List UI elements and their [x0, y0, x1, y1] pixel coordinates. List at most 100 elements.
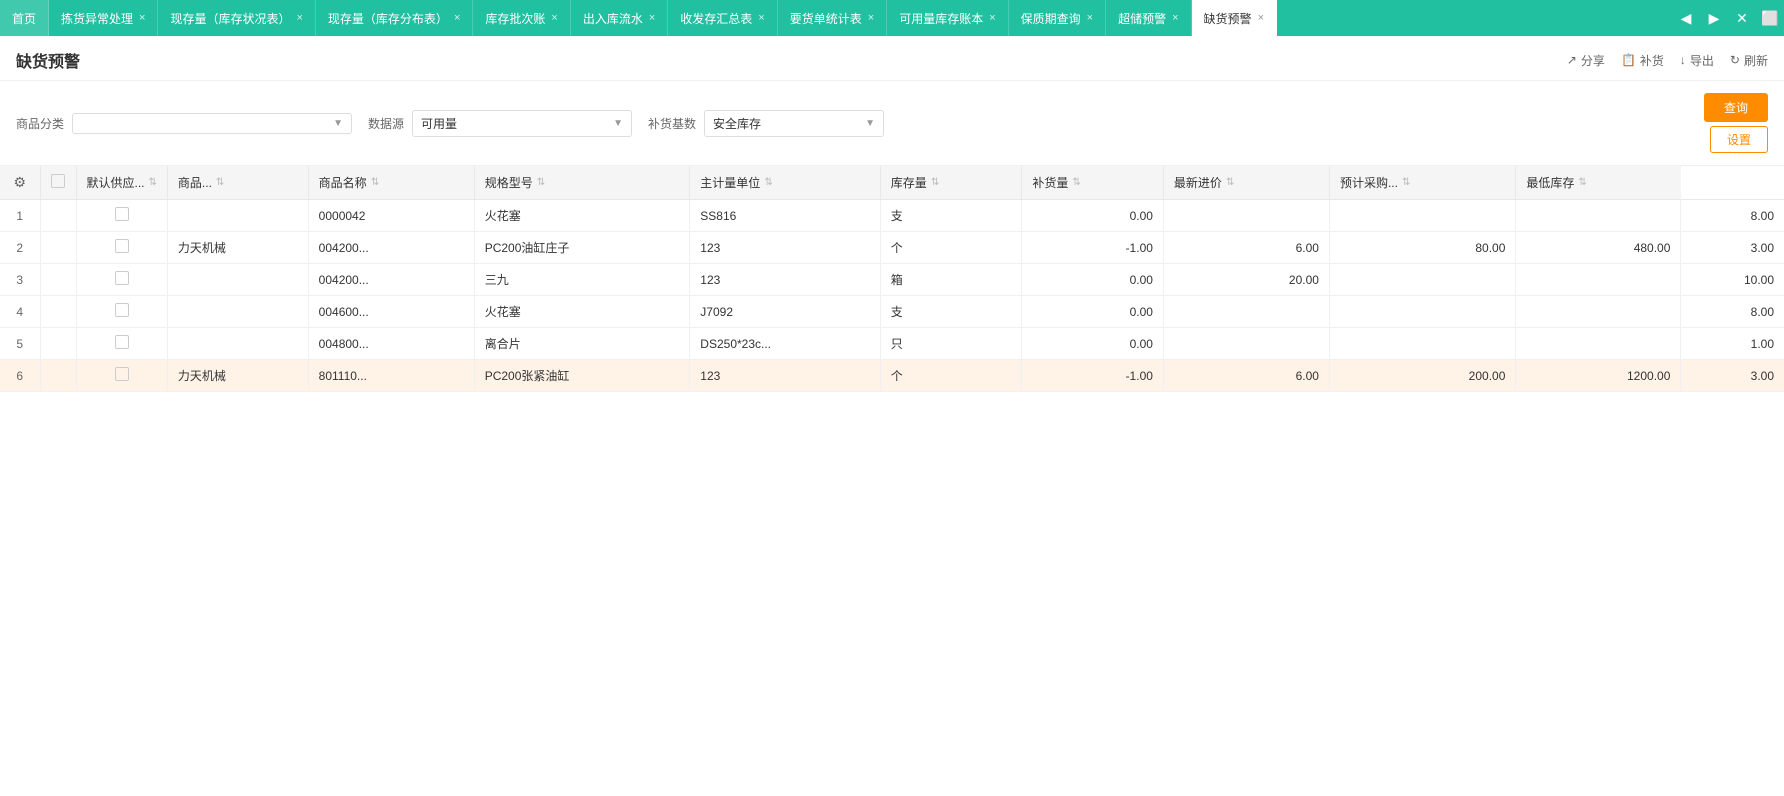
tab-overstock[interactable]: 超储预警 × — [1106, 0, 1191, 36]
row-unit: 箱 — [880, 264, 1022, 296]
tab-close-order-stat[interactable]: × — [868, 12, 874, 24]
th-stock[interactable]: 库存量 ⇅ — [880, 166, 1022, 200]
page-header: 缺货预警 ↗ 分享 📋 补货 ↓ 导出 ↻ 刷新 — [0, 36, 1784, 81]
tab-inventory-dist[interactable]: 现存量（库存分布表） × — [316, 0, 473, 36]
sort-icon-unit: ⇅ — [764, 177, 772, 188]
tab-home[interactable]: 首页 — [0, 0, 49, 36]
th-latest-price[interactable]: 最新进价 ⇅ — [1163, 166, 1329, 200]
row-spec: 123 — [690, 232, 881, 264]
row-product-code: 004200... — [308, 232, 474, 264]
row-latest-price — [1329, 296, 1515, 328]
row-product-code: 0000042 — [308, 200, 474, 232]
tab-close-inout-flow[interactable]: × — [649, 12, 655, 24]
tab-order-stat[interactable]: 要货单统计表 × — [778, 0, 887, 36]
row-checkbox[interactable] — [115, 239, 129, 253]
row-estimated-purchase: 480.00 — [1516, 232, 1681, 264]
query-button[interactable]: 查询 — [1704, 93, 1768, 122]
row-stock: 0.00 — [1022, 296, 1164, 328]
tab-close-receive-summary[interactable]: × — [758, 12, 764, 24]
row-settings-cell — [40, 200, 76, 232]
tab-receive-summary[interactable]: 收发存汇总表 × — [668, 0, 777, 36]
row-settings-cell — [40, 296, 76, 328]
sort-icon-est-purchase: ⇅ — [1402, 177, 1410, 188]
row-checkbox[interactable] — [115, 303, 129, 317]
tab-abnormal[interactable]: 拣货异常处理 × — [49, 0, 158, 36]
row-stock: 0.00 — [1022, 264, 1164, 296]
row-product-name: 离合片 — [474, 328, 690, 360]
row-product-name: 火花塞 — [474, 200, 690, 232]
row-checkbox-cell[interactable] — [76, 200, 167, 232]
row-default-supplier: 力天机械 — [167, 360, 308, 392]
filter-row: 商品分类 ▼ 数据源 可用量 ▼ 补货基数 安全库存 ▼ 查询 设置 — [0, 81, 1784, 166]
th-product-code[interactable]: 商品... ⇅ — [167, 166, 308, 200]
row-product-name: 火花塞 — [474, 296, 690, 328]
row-checkbox-cell[interactable] — [76, 360, 167, 392]
tab-close-inventory-dist[interactable]: × — [454, 12, 460, 24]
row-settings-cell — [40, 264, 76, 296]
th-settings[interactable]: ⚙ — [0, 166, 40, 200]
th-estimated-purchase[interactable]: 预计采购... ⇅ — [1329, 166, 1515, 200]
row-default-supplier — [167, 264, 308, 296]
table-row: 5 004800... 离合片 DS250*23c... 只 0.00 1.00 — [0, 328, 1784, 360]
row-min-stock: 3.00 — [1681, 360, 1784, 392]
settings-button[interactable]: 设置 — [1710, 126, 1768, 153]
row-unit: 个 — [880, 232, 1022, 264]
row-latest-price — [1329, 328, 1515, 360]
tab-next-button[interactable]: ▶ — [1700, 0, 1728, 36]
tab-prev-button[interactable]: ◀ — [1672, 0, 1700, 36]
th-min-stock[interactable]: 最低库存 ⇅ — [1516, 166, 1681, 200]
row-latest-price — [1329, 264, 1515, 296]
tab-inout-flow[interactable]: 出入库流水 × — [571, 0, 668, 36]
export-button[interactable]: ↓ 导出 — [1680, 52, 1714, 69]
row-default-supplier: 力天机械 — [167, 232, 308, 264]
th-checkbox[interactable] — [40, 166, 76, 200]
row-replenish-qty: 6.00 — [1163, 232, 1329, 264]
table-row: 6 力天机械 801110... PC200张紧油缸 123 个 -1.00 6… — [0, 360, 1784, 392]
refresh-button[interactable]: ↻ 刷新 — [1730, 52, 1768, 69]
data-table: ⚙ 默认供应... ⇅ 商品... ⇅ — [0, 166, 1784, 392]
tab-batch-account[interactable]: 库存批次账 × — [473, 0, 570, 36]
tab-available-ledger[interactable]: 可用量库存账本 × — [887, 0, 1008, 36]
tab-close-expiry-query[interactable]: × — [1087, 12, 1093, 24]
row-checkbox-cell[interactable] — [76, 232, 167, 264]
header-actions: ↗ 分享 📋 补货 ↓ 导出 ↻ 刷新 — [1567, 52, 1768, 69]
tab-close-available-ledger[interactable]: × — [989, 12, 995, 24]
tab-close-overstock[interactable]: × — [1172, 12, 1178, 24]
row-estimated-purchase — [1516, 296, 1681, 328]
tab-shortage[interactable]: 缺货预警 × — [1192, 0, 1277, 36]
base-select[interactable]: 安全库存 ▼ — [704, 110, 884, 137]
row-checkbox[interactable] — [115, 271, 129, 285]
settings-gear-icon[interactable]: ⚙ — [13, 174, 26, 190]
row-checkbox[interactable] — [115, 367, 129, 381]
row-checkbox[interactable] — [115, 335, 129, 349]
header-checkbox[interactable] — [51, 174, 65, 188]
tab-maximize-button[interactable]: ⬜ — [1756, 0, 1784, 36]
tab-close-abnormal[interactable]: × — [139, 12, 145, 24]
row-checkbox[interactable] — [115, 207, 129, 221]
tab-expiry-query[interactable]: 保质期查询 × — [1009, 0, 1106, 36]
row-replenish-qty — [1163, 328, 1329, 360]
th-product-name[interactable]: 商品名称 ⇅ — [308, 166, 474, 200]
row-product-name: PC200张紧油缸 — [474, 360, 690, 392]
tab-inventory-status[interactable]: 现存量（库存状况表） × — [158, 0, 315, 36]
th-spec[interactable]: 规格型号 ⇅ — [474, 166, 690, 200]
th-replenish-qty[interactable]: 补货量 ⇅ — [1022, 166, 1164, 200]
th-default-supplier[interactable]: 默认供应... ⇅ — [76, 166, 167, 200]
table-body: 1 0000042 火花塞 SS816 支 0.00 8.00 2 力天机械 0… — [0, 200, 1784, 392]
row-checkbox-cell[interactable] — [76, 296, 167, 328]
row-unit: 支 — [880, 296, 1022, 328]
tab-close-shortage[interactable]: × — [1258, 12, 1264, 24]
row-checkbox-cell[interactable] — [76, 264, 167, 296]
category-select[interactable]: ▼ — [72, 113, 352, 134]
share-button[interactable]: ↗ 分享 — [1567, 52, 1605, 69]
replenish-button[interactable]: 📋 补货 — [1621, 52, 1664, 69]
tab-close-inventory-status[interactable]: × — [296, 12, 302, 24]
table-row: 1 0000042 火花塞 SS816 支 0.00 8.00 — [0, 200, 1784, 232]
th-unit[interactable]: 主计量单位 ⇅ — [690, 166, 881, 200]
row-checkbox-cell[interactable] — [76, 328, 167, 360]
table-container: ⚙ 默认供应... ⇅ 商品... ⇅ — [0, 166, 1784, 796]
tab-close-all-button[interactable]: ✕ — [1728, 0, 1756, 36]
row-spec: 123 — [690, 360, 881, 392]
datasource-select[interactable]: 可用量 ▼ — [412, 110, 632, 137]
tab-close-batch-account[interactable]: × — [551, 12, 557, 24]
